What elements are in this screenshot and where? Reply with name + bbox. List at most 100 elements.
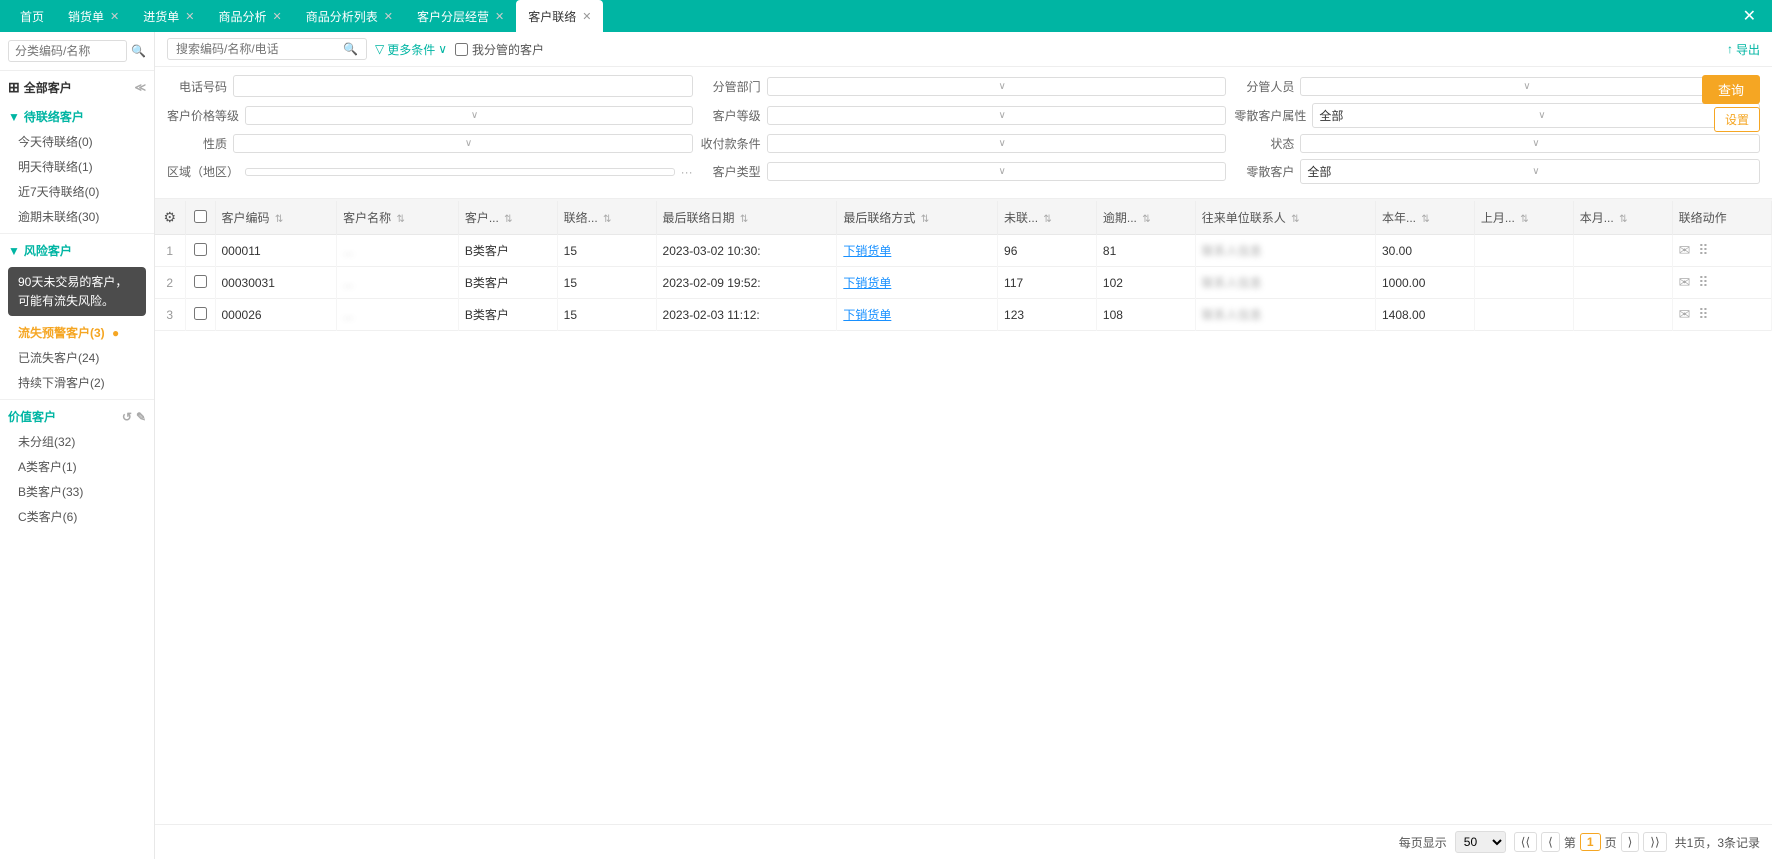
select-all-checkbox[interactable] (194, 210, 207, 223)
tab-customer-layer[interactable]: 客户分层经营 ✕ (405, 0, 516, 32)
sidebar-item-overdue[interactable]: 逾期未联络(30) (0, 204, 154, 229)
refresh-icon[interactable]: ↺ (122, 410, 132, 424)
customer-price-select[interactable]: ∨ (245, 106, 693, 125)
sort-icon-lmonth[interactable]: ⇅ (1520, 214, 1528, 225)
tab-analysis[interactable]: 商品分析 ✕ (206, 0, 293, 32)
col-checkbox[interactable] (185, 201, 215, 235)
status-select[interactable]: ∨ (1300, 134, 1760, 153)
sidebar-item-churn-already[interactable]: 已流失客户(24) (0, 345, 154, 370)
tab-purchase-close[interactable]: ✕ (185, 10, 194, 23)
last-method-link[interactable]: 下销货单 (843, 276, 891, 290)
tab-purchase[interactable]: 进货单 ✕ (131, 0, 206, 32)
customer-level-select[interactable]: ∨ (767, 106, 1227, 125)
region-more[interactable]: ··· (681, 165, 693, 179)
row-checkbox[interactable] (194, 275, 207, 288)
sidebar-risk-customers[interactable]: ▼ 风险客户 (0, 238, 154, 263)
sidebar-item-churn-predict[interactable]: 流失预警客户(3) ● (0, 320, 154, 345)
query-button[interactable]: 查询 (1702, 75, 1760, 104)
sidebar-collapse-icon[interactable]: ≪ (134, 81, 146, 94)
last-method-link[interactable]: 下销货单 (843, 308, 891, 322)
row-checkbox-cell[interactable] (185, 235, 215, 267)
page-last-button[interactable]: ⟩⟩ (1643, 832, 1666, 852)
phone-input[interactable] (233, 75, 693, 97)
sidebar-item-churn-retain[interactable]: 持续下滑客户(2) (0, 370, 154, 395)
export-button[interactable]: ↑ 导出 (1727, 41, 1760, 58)
row-checkbox[interactable] (194, 243, 207, 256)
row-last-method[interactable]: 下销货单 (837, 267, 998, 299)
sidebar-item-week[interactable]: 近7天待联络(0) (0, 179, 154, 204)
row-last-method[interactable]: 下销货单 (837, 235, 998, 267)
sort-icon-contact[interactable]: ⇅ (603, 214, 611, 225)
sidebar-item-class-c[interactable]: C类客户(6) (0, 504, 154, 529)
contact-icon[interactable]: ✉ (1679, 306, 1691, 323)
last-method-link[interactable]: 下销货单 (843, 244, 891, 258)
sidebar-value-customers[interactable]: 价值客户 ↺ ✎ (0, 404, 154, 429)
branch-dept-label: 分管部门 (701, 78, 761, 95)
sort-icon-overdue[interactable]: ⇅ (1142, 214, 1150, 225)
tab-sales-close[interactable]: ✕ (110, 10, 119, 23)
row-checkbox-cell[interactable] (185, 267, 215, 299)
filter-search-input[interactable] (176, 42, 339, 56)
sidebar-item-class-a[interactable]: A类客户(1) (0, 454, 154, 479)
page-first-button[interactable]: ⟨⟨ (1514, 832, 1537, 852)
contact-icon[interactable]: ✉ (1679, 242, 1691, 259)
tab-analysis-close[interactable]: ✕ (273, 10, 282, 23)
retail-attr-label: 零散客户属性 (1234, 107, 1306, 124)
sort-icon-method[interactable]: ⇅ (921, 214, 929, 225)
row-last-method[interactable]: 下销货单 (837, 299, 998, 331)
settings-icon[interactable]: ⚙ (163, 209, 176, 225)
edit-icon[interactable]: ✎ (136, 410, 146, 424)
more-actions-icon[interactable]: ⠿ (1698, 242, 1708, 259)
page-next-button[interactable]: ⟩ (1621, 832, 1640, 852)
page-prev-button[interactable]: ⟨ (1541, 832, 1560, 852)
sidebar-item-tomorrow[interactable]: 明天待联络(1) (0, 154, 154, 179)
sidebar-item-today[interactable]: 今天待联络(0) (0, 129, 154, 154)
tab-analysis-list[interactable]: 商品分析列表 ✕ (294, 0, 405, 32)
sort-icon-type[interactable]: ⇅ (504, 214, 512, 225)
tab-sales[interactable]: 销货单 ✕ (56, 0, 131, 32)
row-checkbox-cell[interactable] (185, 299, 215, 331)
tab-analysis-list-close[interactable]: ✕ (384, 10, 393, 23)
sort-icon-date[interactable]: ⇅ (740, 214, 748, 225)
tab-home[interactable]: 首页 (8, 0, 56, 32)
page-nav: ⟨⟨ ⟨ 第 1 页 ⟩ ⟩⟩ (1514, 832, 1667, 852)
sort-icon-unit[interactable]: ⇅ (1291, 214, 1299, 225)
branch-person-select[interactable]: ∨ (1300, 77, 1742, 96)
tab-customer-layer-close[interactable]: ✕ (495, 10, 504, 23)
row-checkbox[interactable] (194, 307, 207, 320)
sort-icon[interactable]: ⇅ (275, 214, 283, 225)
sidebar-pending-contact[interactable]: ▼ 待联络客户 (0, 104, 154, 129)
per-page-select[interactable]: 50 100 (1455, 831, 1506, 853)
sidebar-item-unsorted[interactable]: 未分组(32) (0, 429, 154, 454)
payment-select[interactable]: ∨ (767, 134, 1227, 153)
tab-customer-contact[interactable]: 客户联络 ✕ (516, 0, 603, 32)
retail-customer-select[interactable]: 全部∨ (1300, 159, 1760, 184)
branch-dept-select[interactable]: ∨ (767, 77, 1227, 96)
region-select[interactable] (245, 168, 675, 176)
sort-icon-tmonth[interactable]: ⇅ (1619, 214, 1627, 225)
sort-icon-year[interactable]: ⇅ (1421, 214, 1429, 225)
filter-status-field: 状态 ∨ (1234, 134, 1760, 153)
filter-search-icon[interactable]: 🔍 (343, 42, 358, 56)
contact-icon[interactable]: ✉ (1679, 274, 1691, 291)
chevron-down-icon-4: ∨ (999, 110, 1220, 121)
window-close-button[interactable]: ✕ (1735, 6, 1764, 26)
sidebar-search-input[interactable] (8, 40, 127, 62)
customer-type-select[interactable]: ∨ (767, 162, 1227, 181)
gender-select[interactable]: ∨ (233, 134, 693, 153)
sort-icon-name[interactable]: ⇅ (397, 214, 405, 225)
sidebar-all-customers[interactable]: ⊞ 全部客户 ≪ (0, 71, 154, 104)
sidebar-item-class-b[interactable]: B类客户(33) (0, 479, 154, 504)
more-conditions-button[interactable]: ▽ 更多条件 ∨ (375, 41, 447, 58)
retail-attr-select[interactable]: 全部∨ (1312, 103, 1760, 128)
filter-customer-type-field: 客户类型 ∨ (701, 162, 1227, 181)
setting-button[interactable]: 设置 (1714, 107, 1760, 132)
col-settings[interactable]: ⚙ (155, 201, 185, 235)
sort-icon-not[interactable]: ⇅ (1043, 214, 1051, 225)
more-actions-icon[interactable]: ⠿ (1698, 306, 1708, 323)
filter-branch-dept-field: 分管部门 ∨ (701, 77, 1227, 96)
my-customers-check[interactable] (455, 43, 468, 56)
my-customers-checkbox[interactable]: 我分管的客户 (455, 41, 544, 58)
more-actions-icon[interactable]: ⠿ (1698, 274, 1708, 291)
tab-customer-contact-close[interactable]: ✕ (582, 10, 591, 23)
